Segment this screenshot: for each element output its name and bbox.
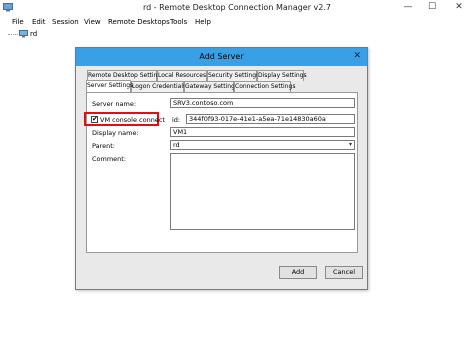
maximize-button[interactable]: ☐ [420, 0, 444, 15]
add-button[interactable]: Add [279, 266, 317, 279]
id-label: id: [172, 116, 181, 124]
group-icon [19, 30, 28, 38]
menu-session[interactable]: Session [52, 18, 79, 26]
dialog-title: Add Server [199, 52, 244, 61]
parent-select[interactable]: rd ▾ [170, 140, 355, 150]
parent-select-value: rd [173, 141, 180, 149]
vm-console-label: VM console connect [100, 116, 165, 124]
tree-node-label: rd [30, 30, 38, 38]
menu-help[interactable]: Help [195, 18, 211, 26]
server-name-label: Server name: [92, 100, 137, 108]
menu-tools[interactable]: Tools [170, 18, 187, 26]
server-name-input[interactable]: SRV3.contoso.com [170, 98, 355, 108]
menu-remote-desktops[interactable]: Remote Desktops [108, 18, 170, 26]
chevron-down-icon: ▾ [348, 141, 352, 148]
vm-console-checkbox[interactable]: ✔ [91, 116, 98, 123]
tab-connection-settings[interactable]: Connection Settings [234, 81, 295, 92]
minimize-button[interactable]: — [396, 0, 420, 15]
tab-logon-credentials[interactable]: Logon Credentials [131, 81, 186, 92]
display-name-input[interactable]: VM1 [170, 127, 355, 137]
display-name-label: Display name: [92, 129, 139, 137]
comment-textarea[interactable] [170, 153, 355, 230]
tree-connector [8, 34, 18, 35]
cancel-button[interactable]: Cancel [325, 266, 363, 279]
dialog-close-button[interactable]: ✕ [353, 51, 361, 61]
dialog-titlebar: Add Server ✕ [76, 48, 367, 66]
tab-display-settings[interactable]: Display Settings [257, 70, 307, 81]
parent-label: Parent: [92, 142, 115, 150]
menu-bar: File Edit Session View Remote Desktops T… [0, 16, 474, 28]
menu-edit[interactable]: Edit [32, 18, 46, 26]
comment-label: Comment: [92, 155, 127, 163]
menu-file[interactable]: File [12, 18, 24, 26]
tab-server-settings[interactable]: Server Settings [86, 80, 133, 92]
tab-gateway-settings[interactable]: Gateway Settings [184, 81, 238, 92]
tab-security-settings[interactable]: Security Settings [207, 70, 259, 81]
menu-view[interactable]: View [84, 18, 101, 26]
tree-node-root[interactable]: rd [8, 30, 37, 38]
id-input[interactable]: 344f0f93-017e-41e1-a5ea-71e14830a60a [186, 114, 355, 124]
tab-local-resources[interactable]: Local Resources [157, 70, 207, 81]
close-button[interactable]: ✕ [444, 0, 474, 15]
main-titlebar: rd - Remote Desktop Connection Manager v… [0, 0, 474, 16]
